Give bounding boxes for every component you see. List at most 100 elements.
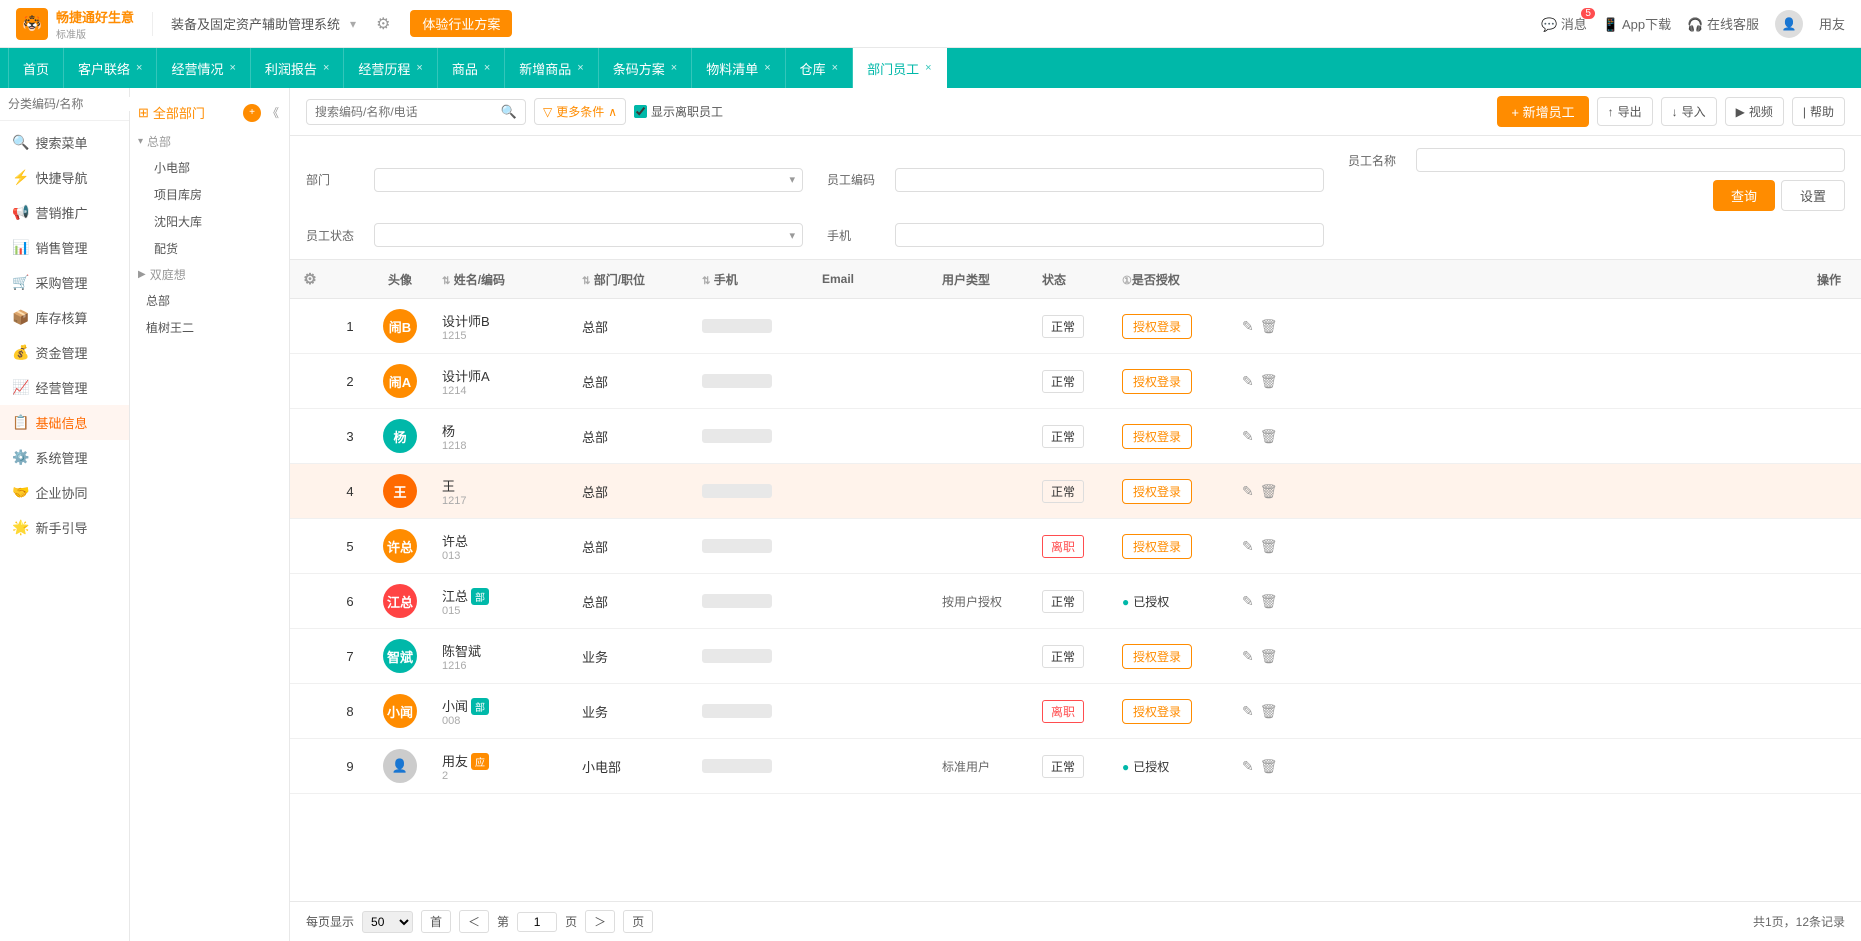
sidebar-item-sales[interactable]: 📊 销售管理 xyxy=(0,230,129,265)
close-icon[interactable]: × xyxy=(577,62,583,74)
nav-item-profit[interactable]: 利润报告 × xyxy=(251,48,344,88)
delete-btn[interactable]: 🗑 xyxy=(1260,428,1278,445)
close-icon[interactable]: × xyxy=(136,62,142,74)
collapse-panel-btn[interactable]: 《 xyxy=(265,102,281,123)
delete-btn[interactable]: 🗑 xyxy=(1260,703,1278,720)
dept-item-zhishu[interactable]: 植树王二 xyxy=(130,314,289,341)
auth-btn[interactable]: 授权登录 xyxy=(1122,424,1192,449)
app-download-btn[interactable]: 📱 App下载 xyxy=(1603,14,1671,33)
last-page-btn[interactable]: 页 xyxy=(623,910,653,933)
nav-item-bom[interactable]: 物料清单 × xyxy=(692,48,785,88)
edit-btn[interactable]: ✎ xyxy=(1242,483,1254,500)
auth-btn[interactable]: 授权登录 xyxy=(1122,314,1192,339)
close-icon[interactable]: × xyxy=(484,62,490,74)
edit-btn[interactable]: ✎ xyxy=(1242,703,1254,720)
auth-btn[interactable]: 授权登录 xyxy=(1122,479,1192,504)
th-dept-position[interactable]: ⇅ 部门/职位 xyxy=(570,260,690,299)
view-btn[interactable]: ▶ 视频 xyxy=(1725,97,1784,126)
close-icon[interactable]: × xyxy=(671,62,677,74)
sidebar-item-finance[interactable]: 💰 资金管理 xyxy=(0,335,129,370)
dept-group-shuangling[interactable]: ▶ 双庭想 xyxy=(130,262,289,287)
column-settings-icon[interactable]: ⚙ xyxy=(303,271,316,288)
delete-btn[interactable]: 🗑 xyxy=(1260,483,1278,500)
dept-item-xiaodianbu[interactable]: 小电部 xyxy=(130,154,289,181)
delete-btn[interactable]: 🗑 xyxy=(1260,373,1278,390)
prev-page-btn[interactable]: ＜ xyxy=(459,910,489,933)
close-icon[interactable]: × xyxy=(832,62,838,74)
edit-btn[interactable]: ✎ xyxy=(1242,428,1254,445)
nav-item-goods[interactable]: 商品 × xyxy=(438,48,505,88)
query-btn[interactable]: 查询 xyxy=(1713,180,1775,211)
edit-btn[interactable]: ✎ xyxy=(1242,538,1254,555)
import-btn[interactable]: ↓ 导入 xyxy=(1661,97,1717,126)
dept-item-shenyang[interactable]: 沈阳大库 xyxy=(130,208,289,235)
nav-item-history[interactable]: 经营历程 × xyxy=(344,48,437,88)
sidebar-item-marketing[interactable]: 📢 营销推广 xyxy=(0,195,129,230)
edit-btn[interactable]: ✎ xyxy=(1242,648,1254,665)
th-name-code[interactable]: ⇅ 姓名/编码 xyxy=(430,260,570,299)
edit-btn[interactable]: ✎ xyxy=(1242,758,1254,775)
close-icon-active[interactable]: × xyxy=(925,62,931,74)
per-page-select[interactable]: 50 20 100 xyxy=(362,911,413,933)
show-resigned-checkbox[interactable] xyxy=(634,105,647,118)
delete-btn[interactable]: 🗑 xyxy=(1260,648,1278,665)
all-dept-label[interactable]: 全部部门 xyxy=(153,103,205,122)
nav-item-home[interactable]: 首页 xyxy=(8,48,64,88)
dropdown-icon[interactable]: ▾ xyxy=(350,17,356,31)
dept-group-zongbu[interactable]: ▾ 总部 xyxy=(130,129,289,154)
online-service-btn[interactable]: 🎧 在线客服 xyxy=(1687,14,1759,33)
auth-btn[interactable]: 授权登录 xyxy=(1122,369,1192,394)
phone-input[interactable] xyxy=(895,223,1324,247)
sidebar-item-quicknav[interactable]: ⚡ 快捷导航 xyxy=(0,160,129,195)
delete-btn[interactable]: 🗑 xyxy=(1260,318,1278,335)
delete-btn[interactable]: 🗑 xyxy=(1260,758,1278,775)
delete-btn[interactable]: 🗑 xyxy=(1260,538,1278,555)
show-resigned-cb[interactable]: 显示离职员工 xyxy=(634,103,723,120)
dept-item-peihuo[interactable]: 配货 xyxy=(130,235,289,262)
nav-item-operation[interactable]: 经营情况 × xyxy=(157,48,250,88)
add-employee-btn[interactable]: + 新增员工 xyxy=(1497,96,1588,127)
search-input[interactable] xyxy=(315,105,497,119)
nav-item-warehouse[interactable]: 仓库 × xyxy=(786,48,853,88)
dept-item-xiangmu[interactable]: 项目库房 xyxy=(130,181,289,208)
settings-btn[interactable]: ⚙ xyxy=(366,9,400,39)
sidebar-item-system[interactable]: ⚙️ 系统管理 xyxy=(0,440,129,475)
th-phone[interactable]: ⇅ 手机 xyxy=(690,260,810,299)
sidebar-item-search[interactable]: 🔍 搜索菜单 xyxy=(0,125,129,160)
sidebar-item-guide[interactable]: 🌟 新手引导 xyxy=(0,510,129,545)
set-btn[interactable]: 设置 xyxy=(1781,180,1845,211)
more-filter-btn[interactable]: ▽ 更多条件 ∧ xyxy=(534,98,626,125)
sidebar-item-inventory[interactable]: 📦 库存核算 xyxy=(0,300,129,335)
nav-item-barcode[interactable]: 条码方案 × xyxy=(599,48,692,88)
close-icon[interactable]: × xyxy=(229,62,235,74)
emp-status-select[interactable] xyxy=(374,223,803,247)
page-number-input[interactable] xyxy=(517,912,557,932)
sidebar-item-basic[interactable]: 📋 基础信息 xyxy=(0,405,129,440)
help-btn[interactable]: | 帮助 xyxy=(1792,97,1845,126)
export-btn[interactable]: ↑ 导出 xyxy=(1597,97,1653,126)
edit-btn[interactable]: ✎ xyxy=(1242,593,1254,610)
dept-select[interactable] xyxy=(374,168,803,192)
nav-item-new-goods[interactable]: 新增商品 × xyxy=(505,48,598,88)
emp-name-input[interactable] xyxy=(1416,148,1845,172)
first-page-btn[interactable]: 首 xyxy=(421,910,451,933)
auth-btn[interactable]: 授权登录 xyxy=(1122,534,1192,559)
close-icon[interactable]: × xyxy=(764,62,770,74)
delete-btn[interactable]: 🗑 xyxy=(1260,593,1278,610)
nav-item-employees[interactable]: 部门员工 × xyxy=(853,48,946,88)
sidebar-item-bizman[interactable]: 📈 经营管理 xyxy=(0,370,129,405)
edit-btn[interactable]: ✎ xyxy=(1242,373,1254,390)
trial-btn[interactable]: 体验行业方案 xyxy=(410,10,512,37)
dept-item-zongbu[interactable]: 总部 xyxy=(130,287,289,314)
close-icon[interactable]: × xyxy=(323,62,329,74)
msg-btn[interactable]: 💬 消息 5 xyxy=(1541,14,1587,33)
auth-btn[interactable]: 授权登录 xyxy=(1122,644,1192,669)
sidebar-item-purchase[interactable]: 🛒 采购管理 xyxy=(0,265,129,300)
sidebar-item-collab[interactable]: 🤝 企业协同 xyxy=(0,475,129,510)
edit-btn[interactable]: ✎ xyxy=(1242,318,1254,335)
close-icon[interactable]: × xyxy=(416,62,422,74)
auth-btn[interactable]: 授权登录 xyxy=(1122,699,1192,724)
emp-code-input[interactable] xyxy=(895,168,1324,192)
next-page-btn[interactable]: ＞ xyxy=(585,910,615,933)
add-dept-btn[interactable]: + xyxy=(243,104,261,122)
